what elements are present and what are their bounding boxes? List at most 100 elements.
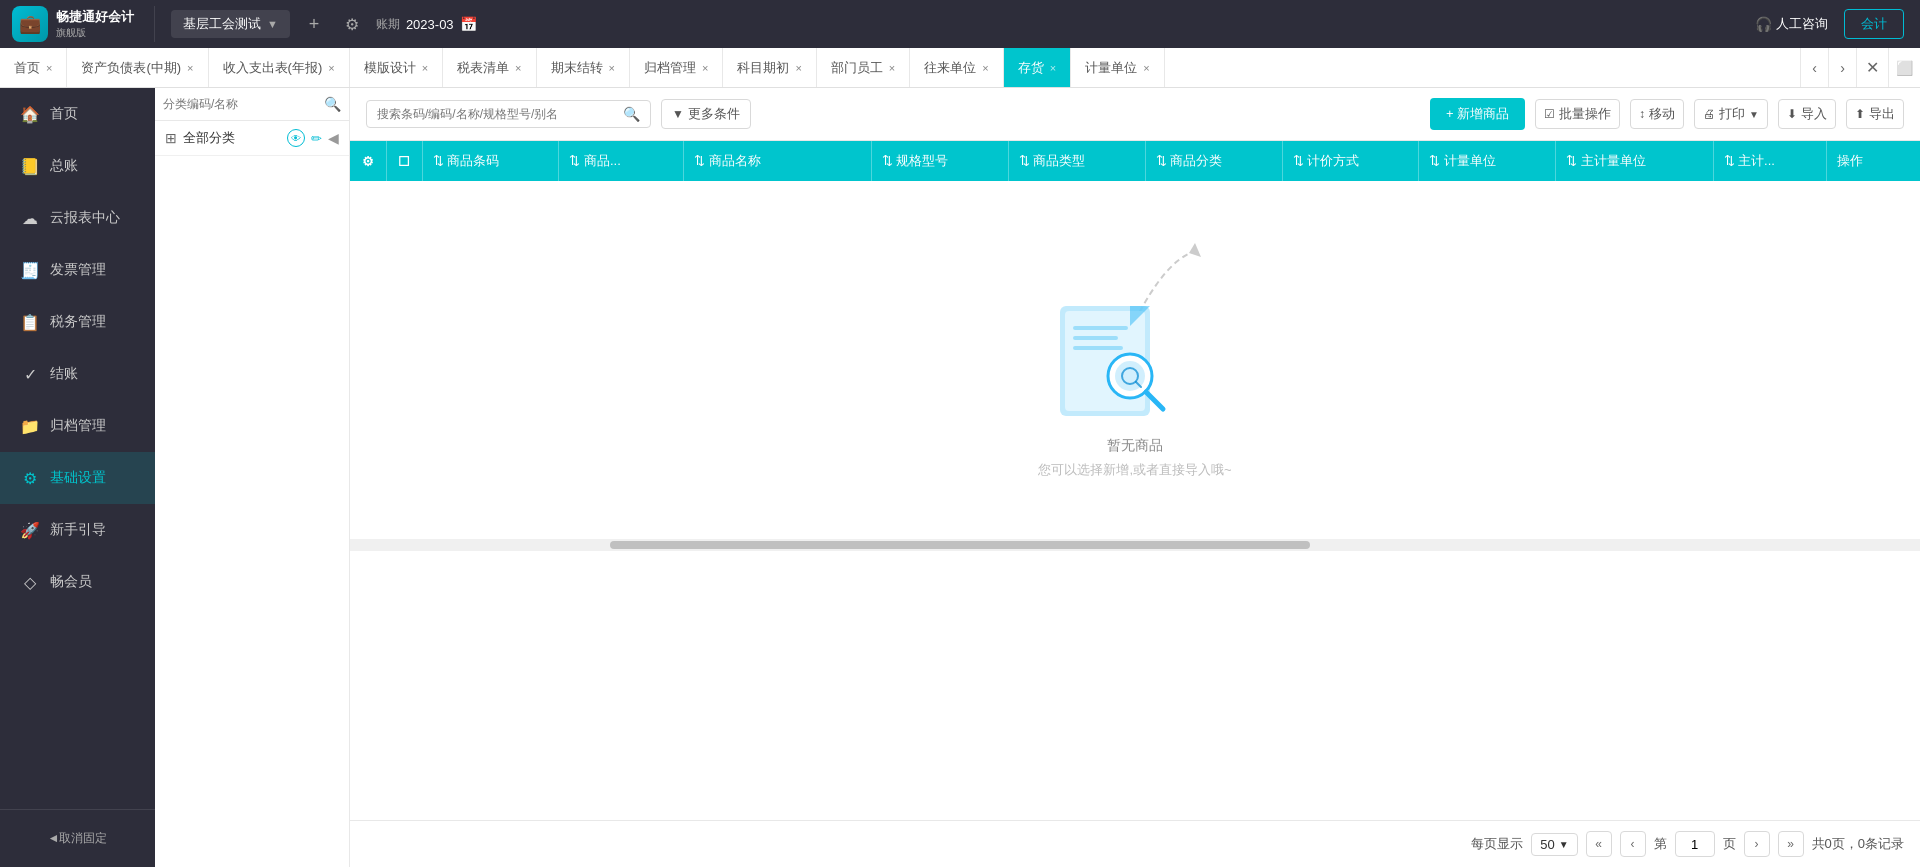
tab-close-btn-11[interactable]: ×	[1143, 62, 1149, 74]
tab-close-btn-10[interactable]: ×	[1050, 62, 1056, 74]
sidebar-label-0: 首页	[50, 105, 78, 123]
tab-item-4[interactable]: 税表清单×	[443, 48, 536, 88]
tab-item-2[interactable]: 收入支出表(年报)×	[209, 48, 350, 88]
sidebar-item-6[interactable]: 📁归档管理	[0, 400, 155, 452]
page-last-btn[interactable]: »	[1778, 831, 1804, 857]
tab-label-3: 模版设计	[364, 59, 416, 77]
page-next-btn[interactable]: ›	[1744, 831, 1770, 857]
sidebar-icon-9: ◇	[20, 573, 40, 592]
tab-expand[interactable]: ⬜	[1888, 48, 1920, 88]
sidebar-item-7[interactable]: ⚙基础设置	[0, 452, 155, 504]
import-btn[interactable]: ⬇ 导入	[1778, 99, 1836, 129]
account-btn[interactable]: 会计	[1844, 9, 1904, 39]
th-type[interactable]: ⇅ 商品类型	[1008, 141, 1145, 181]
search-icon[interactable]: 🔍	[623, 106, 640, 122]
page-number-input[interactable]	[1675, 831, 1715, 857]
category-search-icon[interactable]: 🔍	[324, 96, 341, 112]
page-start-label: 第	[1654, 835, 1667, 853]
tab-item-0[interactable]: 首页×	[0, 48, 67, 88]
move-btn[interactable]: ↕ 移动	[1630, 99, 1684, 129]
th-price-method[interactable]: ⇅ 计价方式	[1282, 141, 1419, 181]
service-label: 人工咨询	[1776, 15, 1828, 33]
sidebar-item-0[interactable]: 🏠 首页	[0, 88, 155, 140]
th-main-unit[interactable]: ⇅ 主计量单位	[1556, 141, 1713, 181]
headset-icon: 🎧	[1755, 16, 1772, 32]
edit-icon[interactable]: ✏	[311, 131, 322, 146]
sidebar-bottom: ◄取消固定	[0, 809, 155, 867]
top-header: 💼 畅捷通好会计 旗舰版 基层工会测试 ▼ + ⚙ 账期 2023-03 📅 🎧…	[0, 0, 1920, 48]
th-settings[interactable]: ⚙	[350, 141, 386, 181]
svg-marker-0	[1189, 243, 1201, 257]
company-selector[interactable]: 基层工会测试 ▼	[171, 10, 290, 38]
th-checkbox[interactable]: ☐	[386, 141, 422, 181]
tab-nav-prev[interactable]: ‹	[1800, 48, 1828, 88]
sidebar-label-9: 畅会员	[50, 573, 92, 591]
tab-close-btn-9[interactable]: ×	[982, 62, 988, 74]
tab-close-btn-7[interactable]: ×	[795, 62, 801, 74]
sidebar-item-5[interactable]: ✓结账	[0, 348, 155, 400]
tab-close-btn-1[interactable]: ×	[187, 62, 193, 74]
tab-close-btn-0[interactable]: ×	[46, 62, 52, 74]
calendar-icon[interactable]: 📅	[460, 16, 477, 32]
empty-state: 暂无商品 您可以选择新增,或者直接导入哦~	[350, 181, 1920, 539]
sidebar-item-2[interactable]: ☁云报表中心	[0, 192, 155, 244]
tab-item-11[interactable]: 计量单位×	[1071, 48, 1164, 88]
tab-item-9[interactable]: 往来单位×	[910, 48, 1003, 88]
page-size-select[interactable]: 50 ▼	[1531, 833, 1577, 856]
tab-close-btn-2[interactable]: ×	[328, 62, 334, 74]
left-panel: 🔍 ⊞ 全部分类 👁 ✏ ◀	[155, 88, 350, 867]
sidebar-item-1[interactable]: 📒总账	[0, 140, 155, 192]
th-unit[interactable]: ⇅ 计量单位	[1419, 141, 1556, 181]
sidebar-item-8[interactable]: 🚀新手引导	[0, 504, 155, 556]
sidebar-item-3[interactable]: 🧾发票管理	[0, 244, 155, 296]
th-spec[interactable]: ⇅ 规格型号	[871, 141, 1008, 181]
tab-nav-next[interactable]: ›	[1828, 48, 1856, 88]
cancel-fixed-btn[interactable]: ◄取消固定	[0, 822, 155, 855]
tab-close-all[interactable]: ✕	[1856, 48, 1888, 88]
add-product-btn[interactable]: + 新增商品	[1430, 98, 1525, 130]
scrollbar-area[interactable]	[350, 539, 1920, 551]
more-conditions-btn[interactable]: ▼ 更多条件	[661, 99, 751, 129]
tab-close-btn-8[interactable]: ×	[889, 62, 895, 74]
th-barcode[interactable]: ⇅ 商品条码	[422, 141, 559, 181]
sidebar-icon-2: ☁	[20, 209, 40, 228]
tab-item-5[interactable]: 期末结转×	[537, 48, 630, 88]
tab-close-btn-4[interactable]: ×	[515, 62, 521, 74]
sidebar-icon-0: 🏠	[20, 105, 40, 124]
page-prev-btn[interactable]: ‹	[1620, 831, 1646, 857]
toolbar: 🔍 ▼ 更多条件 + 新增商品 ☑ 批量操作 ↕	[350, 88, 1920, 141]
export-btn[interactable]: ⬆ 导出	[1846, 99, 1904, 129]
product-search-input[interactable]	[377, 107, 617, 121]
tab-item-3[interactable]: 模版设计 ×	[350, 48, 443, 88]
page-first-btn[interactable]: «	[1586, 831, 1612, 857]
scrollbar-thumb[interactable]	[610, 541, 1310, 549]
sidebar-item-9[interactable]: ◇ 畅会员	[0, 556, 155, 608]
sidebar-item-4[interactable]: 📋税务管理	[0, 296, 155, 348]
tab-item-7[interactable]: 科目期初×	[723, 48, 816, 88]
tab-item-10[interactable]: 存货 ×	[1004, 48, 1071, 88]
tab-close-btn-3[interactable]: ×	[422, 62, 428, 74]
empty-sub-text: 您可以选择新增,或者直接导入哦~	[1038, 461, 1231, 479]
category-search-input[interactable]	[163, 97, 320, 111]
checkbox-icon: ☑	[1544, 107, 1555, 121]
print-btn[interactable]: 🖨 打印 ▼	[1694, 99, 1768, 129]
batch-op-btn[interactable]: ☑ 批量操作	[1535, 99, 1620, 129]
pagination: 每页显示 50 ▼ « ‹ 第 页 › » 共0页，0条记录	[350, 820, 1920, 867]
tab-close-btn-5[interactable]: ×	[609, 62, 615, 74]
sidebar-label-6: 归档管理	[50, 417, 106, 435]
service-btn[interactable]: 🎧 人工咨询	[1755, 15, 1828, 33]
settings-icon-btn[interactable]: ⚙	[338, 10, 366, 38]
add-icon-btn[interactable]: +	[300, 10, 328, 38]
tab-close-btn-6[interactable]: ×	[702, 62, 708, 74]
th-name[interactable]: ⇅ 商品名称	[684, 141, 871, 181]
collapse-icon[interactable]: ◀	[328, 130, 339, 146]
tab-label-10: 存货	[1018, 59, 1044, 77]
table-container: ⚙ ☐ ⇅ 商品条码 ⇅ 商品... ⇅ 商品名称 ⇅ 规格型号 ⇅ 商品类型 …	[350, 141, 1920, 820]
sidebar-icon-5: ✓	[20, 365, 40, 384]
tab-item-1[interactable]: 资产负债表(中期)×	[67, 48, 208, 88]
tab-item-6[interactable]: 归档管理×	[630, 48, 723, 88]
tab-item-8[interactable]: 部门员工×	[817, 48, 910, 88]
th-code[interactable]: ⇅ 商品...	[559, 141, 684, 181]
th-category[interactable]: ⇅ 商品分类	[1145, 141, 1282, 181]
th-main-code[interactable]: ⇅ 主计...	[1713, 141, 1826, 181]
